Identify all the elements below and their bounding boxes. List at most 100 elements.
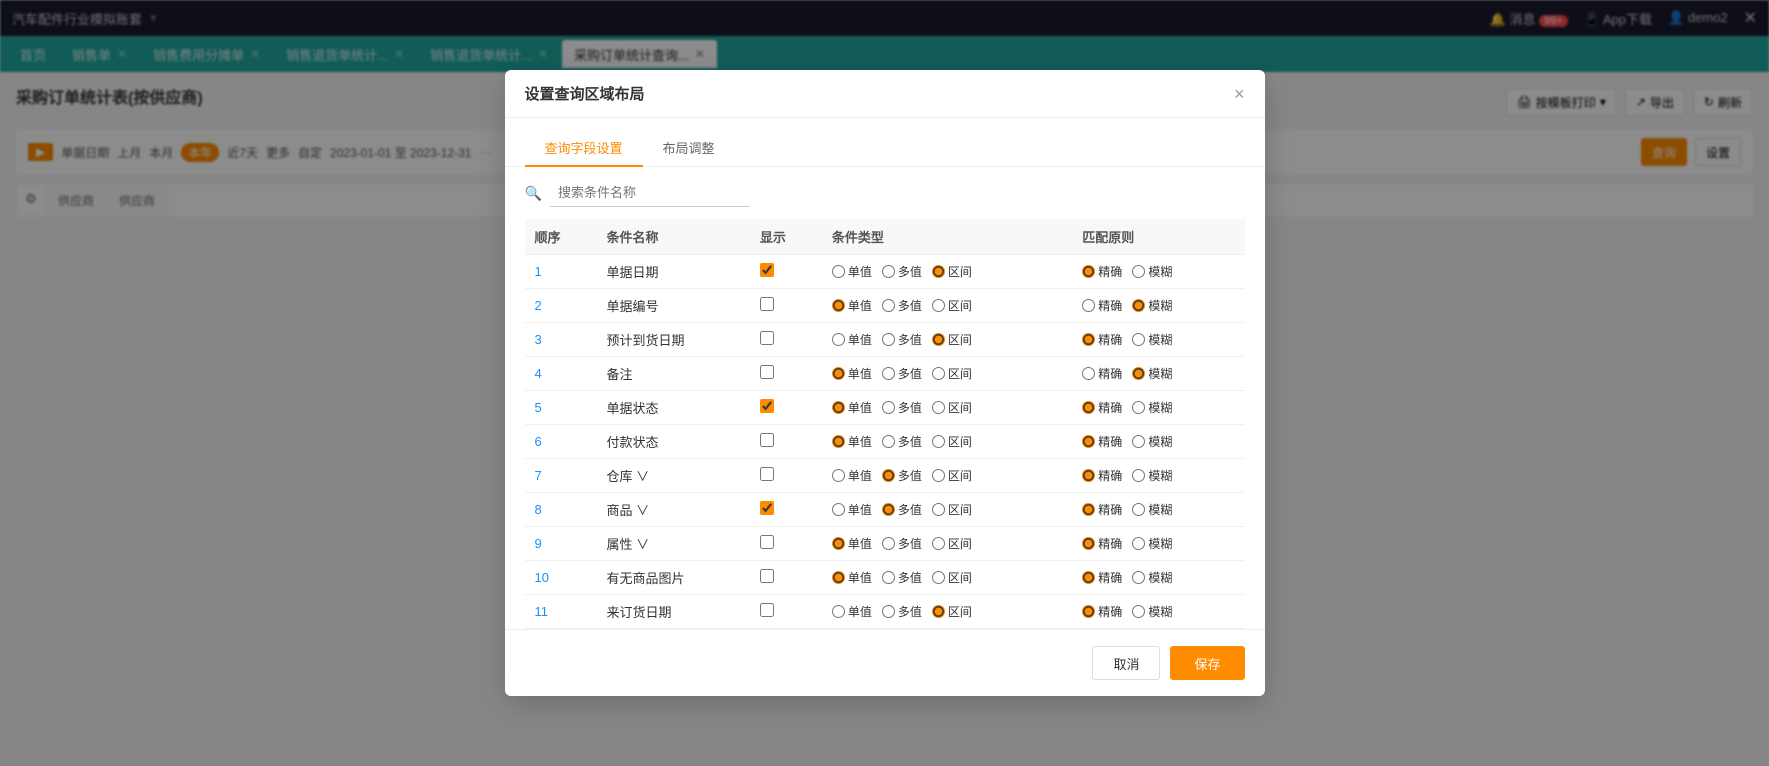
type-range-radio[interactable]	[932, 571, 945, 584]
match-fuzzy-label[interactable]: 模糊	[1132, 467, 1172, 484]
type-single-label[interactable]: 单值	[832, 467, 872, 484]
match-fuzzy-label[interactable]: 模糊	[1132, 535, 1172, 552]
display-checkbox[interactable]	[760, 433, 774, 447]
match-exact-label[interactable]: 精确	[1082, 535, 1122, 552]
type-multi-radio[interactable]	[882, 367, 895, 380]
match-fuzzy-label[interactable]: 模糊	[1132, 263, 1172, 280]
match-fuzzy-radio[interactable]	[1132, 367, 1145, 380]
type-range-label[interactable]: 区间	[932, 433, 972, 450]
match-exact-radio[interactable]	[1082, 401, 1095, 414]
type-range-radio[interactable]	[932, 367, 945, 380]
match-fuzzy-label[interactable]: 模糊	[1132, 399, 1172, 416]
type-multi-label[interactable]: 多值	[882, 331, 922, 348]
type-range-radio[interactable]	[932, 435, 945, 448]
match-fuzzy-radio[interactable]	[1132, 435, 1145, 448]
match-exact-radio[interactable]	[1082, 299, 1095, 312]
match-exact-radio[interactable]	[1082, 333, 1095, 346]
match-fuzzy-radio[interactable]	[1132, 537, 1145, 550]
type-multi-radio[interactable]	[882, 435, 895, 448]
match-exact-radio[interactable]	[1082, 537, 1095, 550]
type-range-label[interactable]: 区间	[932, 501, 972, 518]
display-checkbox[interactable]	[760, 603, 774, 617]
type-multi-radio[interactable]	[882, 265, 895, 278]
type-single-radio[interactable]	[832, 401, 845, 414]
match-exact-radio[interactable]	[1082, 435, 1095, 448]
match-fuzzy-radio[interactable]	[1132, 503, 1145, 516]
dialog-tab-query-fields[interactable]: 查询字段设置	[525, 130, 643, 167]
type-range-label[interactable]: 区间	[932, 263, 972, 280]
match-fuzzy-label[interactable]: 模糊	[1132, 365, 1172, 382]
type-range-radio[interactable]	[932, 265, 945, 278]
match-fuzzy-radio[interactable]	[1132, 333, 1145, 346]
display-checkbox[interactable]	[760, 365, 774, 379]
type-single-radio[interactable]	[832, 333, 845, 346]
type-multi-radio[interactable]	[882, 571, 895, 584]
type-multi-radio[interactable]	[882, 299, 895, 312]
display-checkbox[interactable]	[760, 331, 774, 345]
match-exact-radio[interactable]	[1082, 469, 1095, 482]
type-multi-label[interactable]: 多值	[882, 433, 922, 450]
match-fuzzy-radio[interactable]	[1132, 265, 1145, 278]
type-single-radio[interactable]	[832, 503, 845, 516]
type-single-label[interactable]: 单值	[832, 263, 872, 280]
display-checkbox[interactable]	[760, 399, 774, 413]
type-multi-radio[interactable]	[882, 605, 895, 618]
type-range-label[interactable]: 区间	[932, 399, 972, 416]
type-single-radio[interactable]	[832, 537, 845, 550]
type-single-label[interactable]: 单值	[832, 535, 872, 552]
match-fuzzy-radio[interactable]	[1132, 605, 1145, 618]
match-exact-label[interactable]: 精确	[1082, 365, 1122, 382]
type-range-radio[interactable]	[932, 299, 945, 312]
match-exact-label[interactable]: 精确	[1082, 263, 1122, 280]
type-range-label[interactable]: 区间	[932, 535, 972, 552]
type-multi-label[interactable]: 多值	[882, 297, 922, 314]
type-single-label[interactable]: 单值	[832, 297, 872, 314]
type-single-label[interactable]: 单值	[832, 501, 872, 518]
match-fuzzy-label[interactable]: 模糊	[1132, 603, 1172, 620]
match-fuzzy-label[interactable]: 模糊	[1132, 331, 1172, 348]
match-exact-radio[interactable]	[1082, 605, 1095, 618]
type-single-label[interactable]: 单值	[832, 569, 872, 586]
cancel-button[interactable]: 取消	[1092, 646, 1160, 680]
match-exact-label[interactable]: 精确	[1082, 297, 1122, 314]
type-range-label[interactable]: 区间	[932, 569, 972, 586]
type-multi-radio[interactable]	[882, 401, 895, 414]
match-exact-label[interactable]: 精确	[1082, 433, 1122, 450]
type-multi-radio[interactable]	[882, 333, 895, 346]
type-multi-radio[interactable]	[882, 469, 895, 482]
type-range-label[interactable]: 区间	[932, 603, 972, 620]
type-single-label[interactable]: 单值	[832, 399, 872, 416]
match-fuzzy-label[interactable]: 模糊	[1132, 297, 1172, 314]
match-exact-label[interactable]: 精确	[1082, 467, 1122, 484]
type-range-radio[interactable]	[932, 537, 945, 550]
type-multi-radio[interactable]	[882, 537, 895, 550]
type-range-radio[interactable]	[932, 503, 945, 516]
display-checkbox[interactable]	[760, 569, 774, 583]
match-exact-radio[interactable]	[1082, 503, 1095, 516]
type-multi-label[interactable]: 多值	[882, 535, 922, 552]
type-single-radio[interactable]	[832, 571, 845, 584]
search-input[interactable]	[550, 179, 750, 207]
type-single-radio[interactable]	[832, 299, 845, 312]
type-multi-label[interactable]: 多值	[882, 263, 922, 280]
type-single-label[interactable]: 单值	[832, 433, 872, 450]
save-button[interactable]: 保存	[1170, 646, 1244, 680]
match-exact-label[interactable]: 精确	[1082, 603, 1122, 620]
display-checkbox[interactable]	[760, 467, 774, 481]
match-fuzzy-label[interactable]: 模糊	[1132, 569, 1172, 586]
type-multi-label[interactable]: 多值	[882, 365, 922, 382]
match-fuzzy-label[interactable]: 模糊	[1132, 433, 1172, 450]
type-single-radio[interactable]	[832, 265, 845, 278]
type-single-radio[interactable]	[832, 435, 845, 448]
type-range-label[interactable]: 区间	[932, 467, 972, 484]
type-multi-label[interactable]: 多值	[882, 501, 922, 518]
match-fuzzy-radio[interactable]	[1132, 401, 1145, 414]
match-exact-label[interactable]: 精确	[1082, 501, 1122, 518]
match-exact-label[interactable]: 精确	[1082, 331, 1122, 348]
match-exact-label[interactable]: 精确	[1082, 569, 1122, 586]
type-single-radio[interactable]	[832, 367, 845, 380]
type-range-radio[interactable]	[932, 401, 945, 414]
dialog-close-button[interactable]: ×	[1234, 85, 1245, 103]
type-range-radio[interactable]	[932, 469, 945, 482]
display-checkbox[interactable]	[760, 297, 774, 311]
